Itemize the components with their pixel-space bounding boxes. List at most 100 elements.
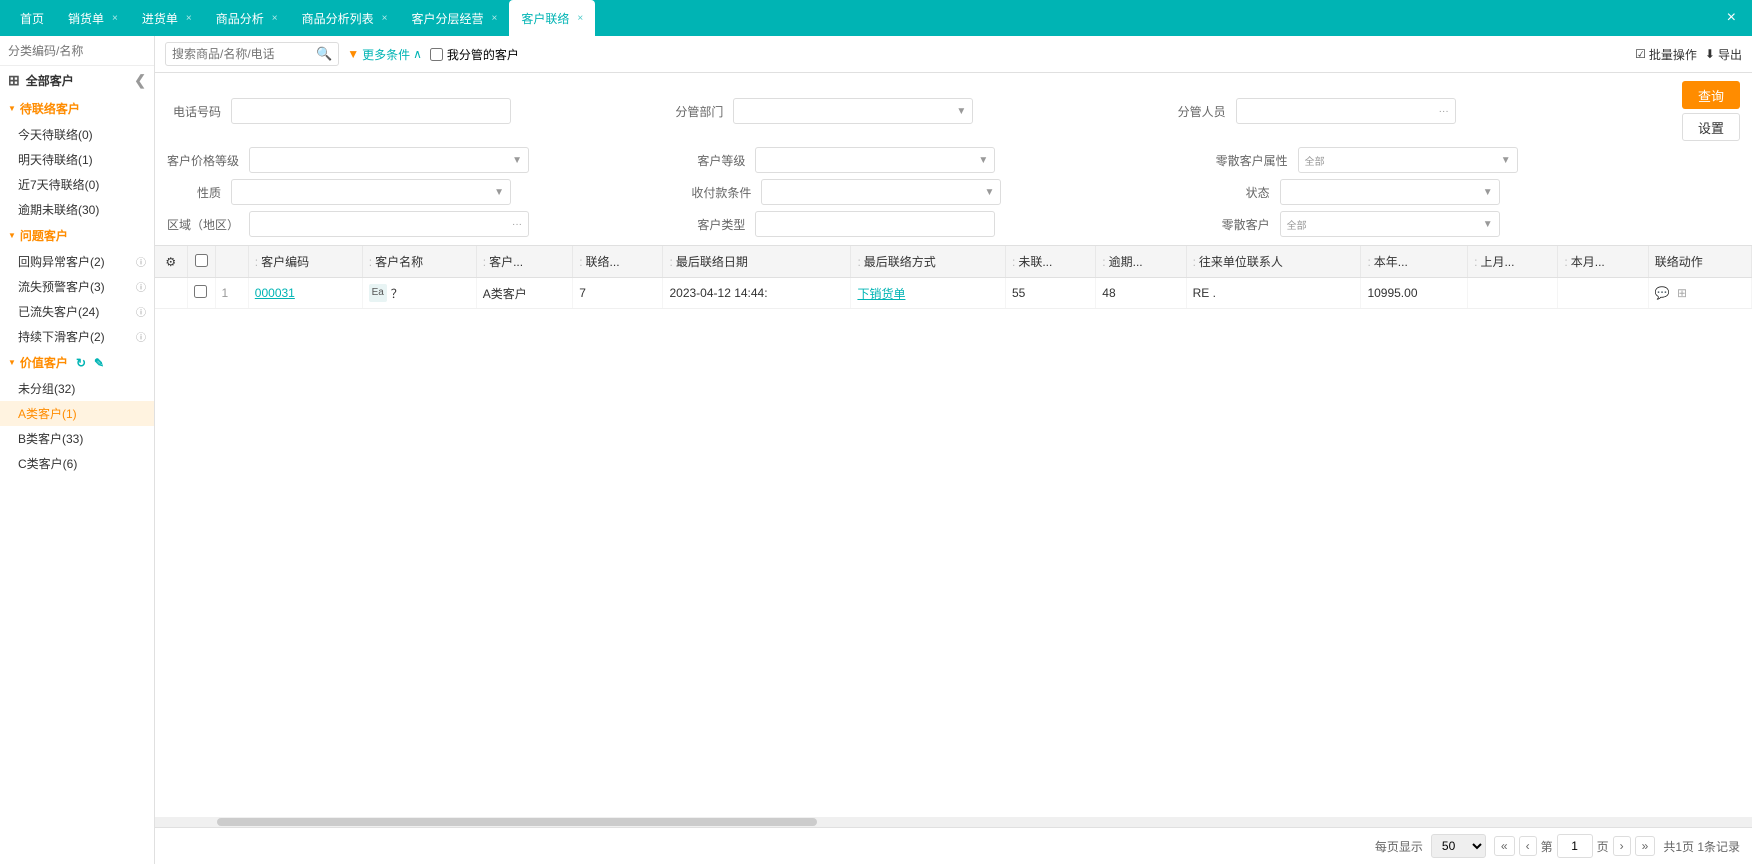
customer-type-select[interactable] [755,211,995,237]
grid-icon: ⊞ [8,72,20,89]
filter-phone: 电话号码 [167,98,669,124]
chat-icon[interactable]: 💬 [1655,286,1670,300]
advanced-filters: 电话号码 分管部门 ▼ 分管人员 ··· [155,73,1752,246]
filter-customer-type: 客户类型 [691,211,1215,237]
horizontal-scrollbar[interactable] [155,817,1752,827]
col-name-header: :客户名称 [362,246,476,278]
price-grade-select[interactable]: ▼ [249,147,529,173]
window-close-button[interactable]: × [1719,9,1744,27]
sidebar-item-lost[interactable]: 已流失客户(24) ⓘ [0,299,154,324]
dropdown-icon: ▼ [956,106,966,117]
nav-product-analysis[interactable]: 商品分析 × [204,0,290,36]
col-check [187,246,215,278]
status-select[interactable]: ▼ [1280,179,1500,205]
triangle-icon: ▼ [8,104,16,113]
select-all-checkbox[interactable] [195,254,208,267]
sidebar-item-a-class[interactable]: A类客户(1) [0,401,154,426]
sidebar-item-declining[interactable]: 持续下滑客户(2) ⓘ [0,324,154,349]
close-icon[interactable]: × [186,13,192,24]
sidebar-item-7days[interactable]: 近7天待联络(0) [0,172,154,197]
close-icon[interactable]: × [491,13,497,24]
page-number-input[interactable] [1557,834,1593,858]
cell-this-month [1558,278,1648,309]
close-icon[interactable]: × [272,13,278,24]
sidebar-item-repurchase[interactable]: 回购异常客户(2) ⓘ [0,249,154,274]
nav-customer-tier[interactable]: 客户分层经营 × [399,0,509,36]
pagination-bar: 每页显示 50 100 200 « ‹ 第 页 › » 共1页 1条记录 [155,827,1752,864]
data-table: ⚙ :客户编码 :客户名称 :客户... :联络... :最后联络日期 :最后联… [155,246,1752,309]
cell-contact-person: RE . [1186,278,1361,309]
query-button[interactable]: 查询 [1682,81,1740,109]
sidebar-pending-title[interactable]: ▼ 待联络客户 [0,95,154,122]
close-icon[interactable]: × [112,13,118,24]
filter-search-input[interactable] [172,47,312,61]
scroll-thumb[interactable] [217,818,817,826]
main-layout: 🔍 ⊞ 全部客户 ❮ ▼ 待联络客户 今天待联络(0) 明天待联络(1) 近7天… [0,36,1752,864]
retail-attr-select[interactable]: 全部 ▼ [1298,147,1518,173]
filter-bar: 🔍 ▼ 更多条件 ∧ 我分管的客户 ☑ 批量操作 ⬇ 导出 [155,36,1752,73]
content-area: 🔍 ▼ 更多条件 ∧ 我分管的客户 ☑ 批量操作 ⬇ 导出 [155,36,1752,864]
filter-status: 状态 ▼ [1216,179,1740,205]
cell-code: 000031 [248,278,362,309]
col-this-month-header: :本月... [1558,246,1648,278]
table-row: 1 000031 Ea ？ A类客户 7 20 [155,278,1752,309]
sidebar: 🔍 ⊞ 全部客户 ❮ ▼ 待联络客户 今天待联络(0) 明天待联络(1) 近7天… [0,36,155,864]
sidebar-item-loss-warning[interactable]: 流失预警客户(3) ⓘ [0,274,154,299]
settings-button[interactable]: 设置 [1682,113,1740,141]
sidebar-item-ungroup[interactable]: 未分组(32) [0,376,154,401]
top-nav: 首页 销货单 × 进货单 × 商品分析 × 商品分析列表 × 客户分层经营 × … [0,0,1752,36]
sidebar-search-area: 🔍 [0,36,154,66]
nav-home[interactable]: 首页 [8,0,56,36]
nav-product-list[interactable]: 商品分析列表 × [290,0,400,36]
nav-customer-contact[interactable]: 客户联络 × [509,0,595,36]
sidebar-problem-title[interactable]: ▼ 问题客户 [0,222,154,249]
phone-input[interactable] [231,98,511,124]
search-icon[interactable]: 🔍 [316,46,332,62]
person-select[interactable]: ··· [1236,98,1456,124]
sidebar-item-b-class[interactable]: B类客户(33) [0,426,154,451]
gender-select[interactable]: ▼ [231,179,511,205]
close-icon[interactable]: × [577,13,583,24]
payment-select[interactable]: ▼ [761,179,1001,205]
prev-page-btn[interactable]: ‹ [1519,836,1537,856]
dept-select[interactable]: ▼ [733,98,973,124]
page-size-select[interactable]: 50 100 200 [1431,834,1486,858]
more-conditions-btn[interactable]: ▼ 更多条件 ∧ [347,46,422,63]
area-select[interactable]: ··· [249,211,529,237]
sidebar-item-tomorrow[interactable]: 明天待联络(1) [0,147,154,172]
sidebar-item-overdue[interactable]: 逾期未联络(30) [0,197,154,222]
triangle-icon: ▼ [8,231,16,240]
my-customers-checkbox[interactable]: 我分管的客户 [430,46,519,63]
edit-icon[interactable]: ✎ [94,356,104,370]
col-code-header: :客户编码 [248,246,362,278]
export-btn[interactable]: ⬇ 导出 [1705,46,1742,63]
next-page-btn[interactable]: › [1613,836,1631,856]
sidebar-item-c-class[interactable]: C类客户(6) [0,451,154,476]
sidebar-item-today[interactable]: 今天待联络(0) [0,122,154,147]
close-icon[interactable]: × [382,13,388,24]
sidebar-problem-group: ▼ 问题客户 回购异常客户(2) ⓘ 流失预警客户(3) ⓘ 已流失客户(24)… [0,222,154,349]
last-page-btn[interactable]: » [1635,836,1656,856]
cell-grade: A类客户 [476,278,572,309]
customer-grade-select[interactable]: ▼ [755,147,995,173]
qr-icon[interactable]: ⊞ [1677,286,1687,300]
sidebar-search-input[interactable] [8,44,155,58]
my-customers-check[interactable] [430,48,443,61]
sidebar-collapse-icon[interactable]: ❮ [134,72,146,89]
first-page-btn[interactable]: « [1494,836,1515,856]
batch-icon: ☑ [1635,47,1646,61]
filter-customer-grade: 客户等级 ▼ [691,147,1215,173]
row-checkbox[interactable] [194,285,207,298]
sidebar-all-customers[interactable]: ⊞ 全部客户 ❮ [0,66,154,95]
nav-sales[interactable]: 销货单 × [56,0,130,36]
refresh-icon[interactable]: ↻ [76,356,86,370]
batch-operation-btn[interactable]: ☑ 批量操作 [1635,46,1697,63]
retail-customer-select[interactable]: 全部 ▼ [1280,211,1500,237]
dropdown-icon: ▼ [512,155,522,166]
nav-purchase[interactable]: 进货单 × [130,0,204,36]
dropdown-icon: ▼ [984,187,994,198]
gear-icon[interactable]: ⚙ [165,255,176,269]
export-icon: ⬇ [1705,47,1715,61]
filter-row-4: 区域（地区） ··· 客户类型 零散客户 全部 ▼ [167,211,1740,237]
sidebar-value-title[interactable]: ▼ 价值客户 ↻ ✎ [0,349,154,376]
